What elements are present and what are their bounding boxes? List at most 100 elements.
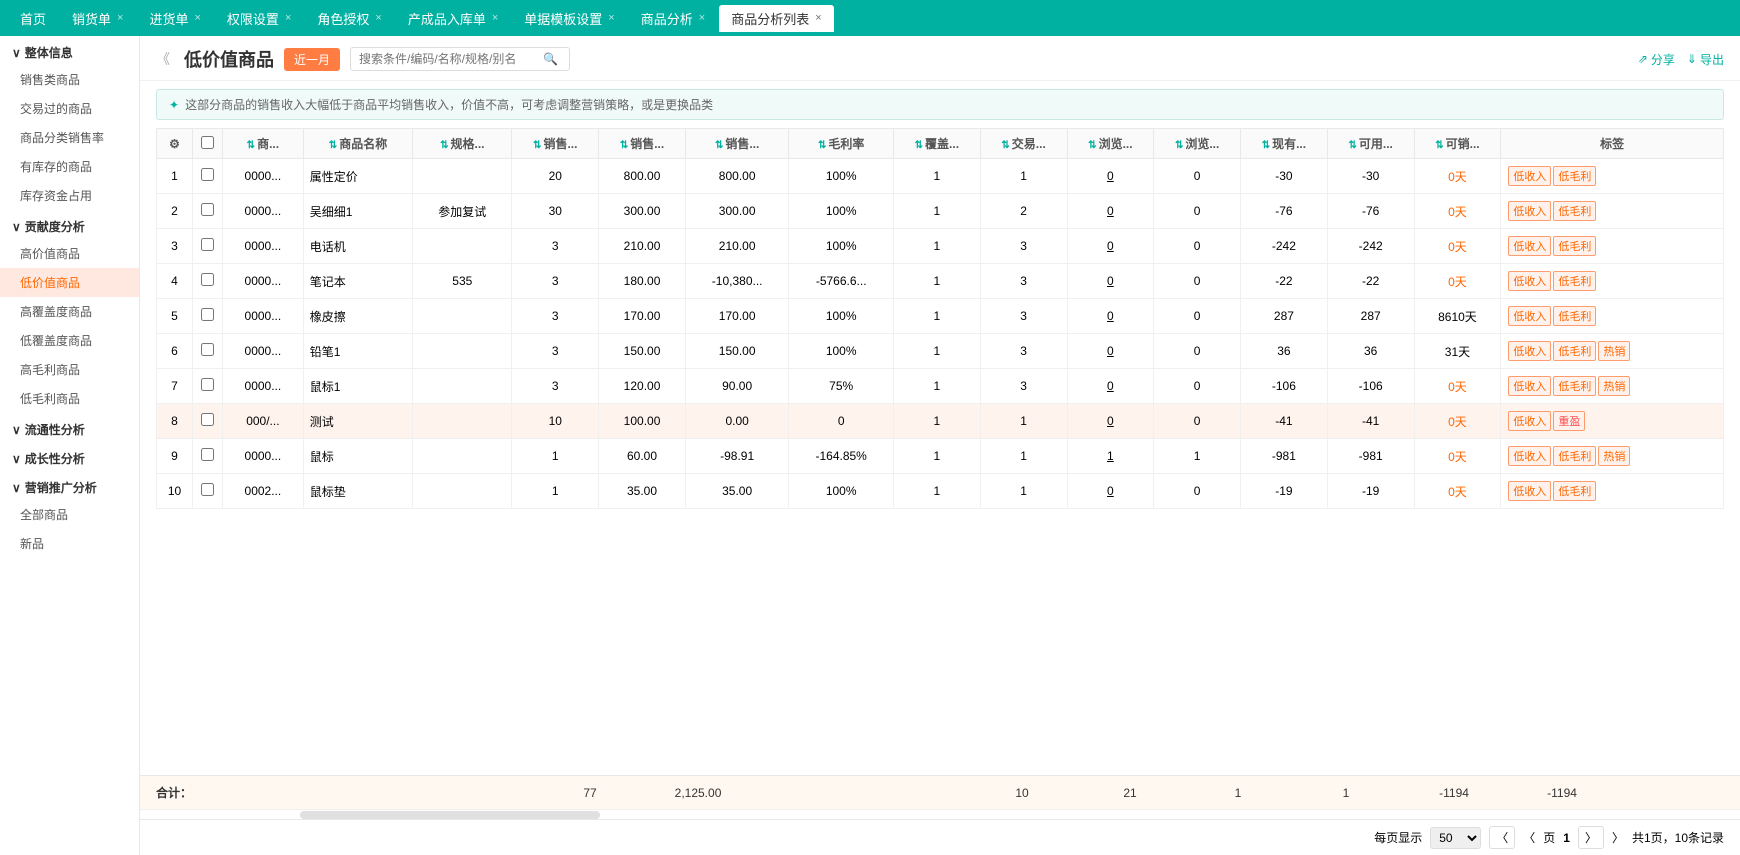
next-page-btn[interactable]: 〉 — [1578, 826, 1604, 849]
view1[interactable]: 0 — [1067, 474, 1154, 509]
view1[interactable]: 0 — [1067, 229, 1154, 264]
close-icon[interactable]: × — [492, 12, 498, 24]
sidebar-item-new-products[interactable]: 新品 — [0, 529, 139, 558]
view1[interactable]: 0 — [1067, 334, 1154, 369]
view1[interactable]: 0 — [1067, 194, 1154, 229]
close-icon[interactable]: × — [608, 12, 614, 24]
sidebar-item-capital-usage[interactable]: 库存资金占用 — [0, 181, 139, 210]
first-page-btn[interactable]: 〈 — [1489, 826, 1515, 849]
row-checkbox[interactable] — [201, 483, 214, 496]
checkbox-col-header[interactable] — [193, 129, 223, 159]
view1-link[interactable]: 0 — [1107, 204, 1114, 218]
sidebar-item-stocked-products[interactable]: 有库存的商品 — [0, 152, 139, 181]
sidebar-item-traded-products[interactable]: 交易过的商品 — [0, 94, 139, 123]
row-checkbox-cell[interactable] — [193, 439, 223, 474]
row-checkbox-cell[interactable] — [193, 474, 223, 509]
search-bar[interactable]: 🔍 — [350, 47, 570, 71]
saleable-days-col-header[interactable]: ⇅可销... — [1414, 129, 1501, 159]
view1-link[interactable]: 0 — [1107, 309, 1114, 323]
row-checkbox[interactable] — [201, 273, 214, 286]
row-checkbox[interactable] — [201, 448, 214, 461]
search-icon[interactable]: 🔍 — [543, 52, 558, 66]
sidebar-group-contribution[interactable]: ∨ 贡献度分析 — [0, 210, 139, 239]
view1[interactable]: 0 — [1067, 159, 1154, 194]
close-icon[interactable]: × — [375, 12, 381, 24]
row-checkbox[interactable] — [201, 168, 214, 181]
view1-link[interactable]: 0 — [1107, 414, 1114, 428]
sidebar-item-all-products[interactable]: 全部商品 — [0, 500, 139, 529]
sidebar-group-liquidity[interactable]: ∨ 流通性分析 — [0, 413, 139, 442]
sales-qty-col-header[interactable]: ⇅销售... — [512, 129, 599, 159]
view1[interactable]: 1 — [1067, 439, 1154, 474]
nav-sales-order[interactable]: 销货单 × — [60, 5, 135, 32]
nav-template[interactable]: 单据模板设置 × — [512, 5, 626, 32]
view1-link[interactable]: 0 — [1107, 274, 1114, 288]
sales-profit-col-header[interactable]: ⇅销售... — [685, 129, 788, 159]
close-icon[interactable]: × — [117, 12, 123, 24]
sidebar-item-high-margin[interactable]: 高毛利商品 — [0, 355, 139, 384]
per-page-select[interactable]: 50 100 200 — [1430, 827, 1481, 849]
select-all-checkbox[interactable] — [201, 136, 214, 149]
row-checkbox[interactable] — [201, 203, 214, 216]
view2-col-header[interactable]: ⇅浏览... — [1154, 129, 1241, 159]
sidebar-toggle-btn[interactable]: 《 — [156, 49, 170, 69]
view1-link[interactable]: 0 — [1107, 344, 1114, 358]
row-checkbox[interactable] — [201, 378, 214, 391]
close-icon[interactable]: × — [815, 12, 821, 24]
spec-col-header[interactable]: ⇅规格... — [413, 129, 512, 159]
row-checkbox-cell[interactable] — [193, 404, 223, 439]
last-page-btn[interactable]: 〉 — [1612, 829, 1624, 846]
nav-permission[interactable]: 权限设置 × — [215, 5, 303, 32]
usable-stock-col-header[interactable]: ⇅可用... — [1327, 129, 1414, 159]
nav-purchase-order[interactable]: 进货单 × — [137, 5, 212, 32]
view1[interactable]: 0 — [1067, 369, 1154, 404]
sales-amount-col-header[interactable]: ⇅销售... — [599, 129, 686, 159]
nav-home[interactable]: 首页 — [8, 5, 58, 32]
nav-product-analysis-list[interactable]: 商品分析列表 × — [719, 5, 833, 32]
close-icon[interactable]: × — [194, 12, 200, 24]
code-col-header[interactable]: ⇅商... — [223, 129, 304, 159]
sidebar-group-growth[interactable]: ∨ 成长性分析 — [0, 442, 139, 471]
row-checkbox[interactable] — [201, 238, 214, 251]
settings-col-header[interactable]: ⚙ — [157, 129, 193, 159]
filter-recent-month-btn[interactable]: 近一月 — [284, 48, 340, 71]
nav-warehouse[interactable]: 产成品入库单 × — [396, 5, 510, 32]
share-btn[interactable]: ⇗ 分享 — [1638, 51, 1675, 68]
row-checkbox-cell[interactable] — [193, 334, 223, 369]
row-checkbox-cell[interactable] — [193, 229, 223, 264]
close-icon[interactable]: × — [699, 12, 705, 24]
sidebar-group-marketing[interactable]: ∨ 营销推广分析 — [0, 471, 139, 500]
sidebar-item-category-rate[interactable]: 商品分类销售率 — [0, 123, 139, 152]
row-checkbox-cell[interactable] — [193, 369, 223, 404]
sidebar-group-overall[interactable]: ∨ 整体信息 — [0, 36, 139, 65]
close-icon[interactable]: × — [285, 12, 291, 24]
view1-link[interactable]: 1 — [1107, 449, 1114, 463]
row-checkbox[interactable] — [201, 308, 214, 321]
sidebar-item-high-coverage[interactable]: 高覆盖度商品 — [0, 297, 139, 326]
nav-product-analysis[interactable]: 商品分析 × — [629, 5, 717, 32]
sidebar-item-low-margin[interactable]: 低毛利商品 — [0, 384, 139, 413]
row-checkbox-cell[interactable] — [193, 194, 223, 229]
settings-icon[interactable]: ⚙ — [169, 137, 180, 151]
view1-link[interactable]: 0 — [1107, 169, 1114, 183]
trade-col-header[interactable]: ⇅交易... — [980, 129, 1067, 159]
name-col-header[interactable]: ⇅商品名称 — [303, 129, 413, 159]
coverage-col-header[interactable]: ⇅覆盖... — [893, 129, 980, 159]
current-stock-col-header[interactable]: ⇅现有... — [1241, 129, 1328, 159]
view1-link[interactable]: 0 — [1107, 484, 1114, 498]
view1-col-header[interactable]: ⇅浏览... — [1067, 129, 1154, 159]
sidebar-item-sales-products[interactable]: 销售类商品 — [0, 65, 139, 94]
view1-link[interactable]: 0 — [1107, 379, 1114, 393]
search-input[interactable] — [359, 52, 539, 66]
row-checkbox-cell[interactable] — [193, 159, 223, 194]
sidebar-item-low-value[interactable]: 低价值商品 — [0, 268, 139, 297]
view1[interactable]: 0 — [1067, 404, 1154, 439]
view1[interactable]: 0 — [1067, 264, 1154, 299]
nav-role-auth[interactable]: 角色授权 × — [305, 5, 393, 32]
view1-link[interactable]: 0 — [1107, 239, 1114, 253]
sidebar-item-high-value[interactable]: 高价值商品 — [0, 239, 139, 268]
sidebar-item-low-coverage[interactable]: 低覆盖度商品 — [0, 326, 139, 355]
row-checkbox[interactable] — [201, 343, 214, 356]
row-checkbox-cell[interactable] — [193, 264, 223, 299]
row-checkbox-cell[interactable] — [193, 299, 223, 334]
